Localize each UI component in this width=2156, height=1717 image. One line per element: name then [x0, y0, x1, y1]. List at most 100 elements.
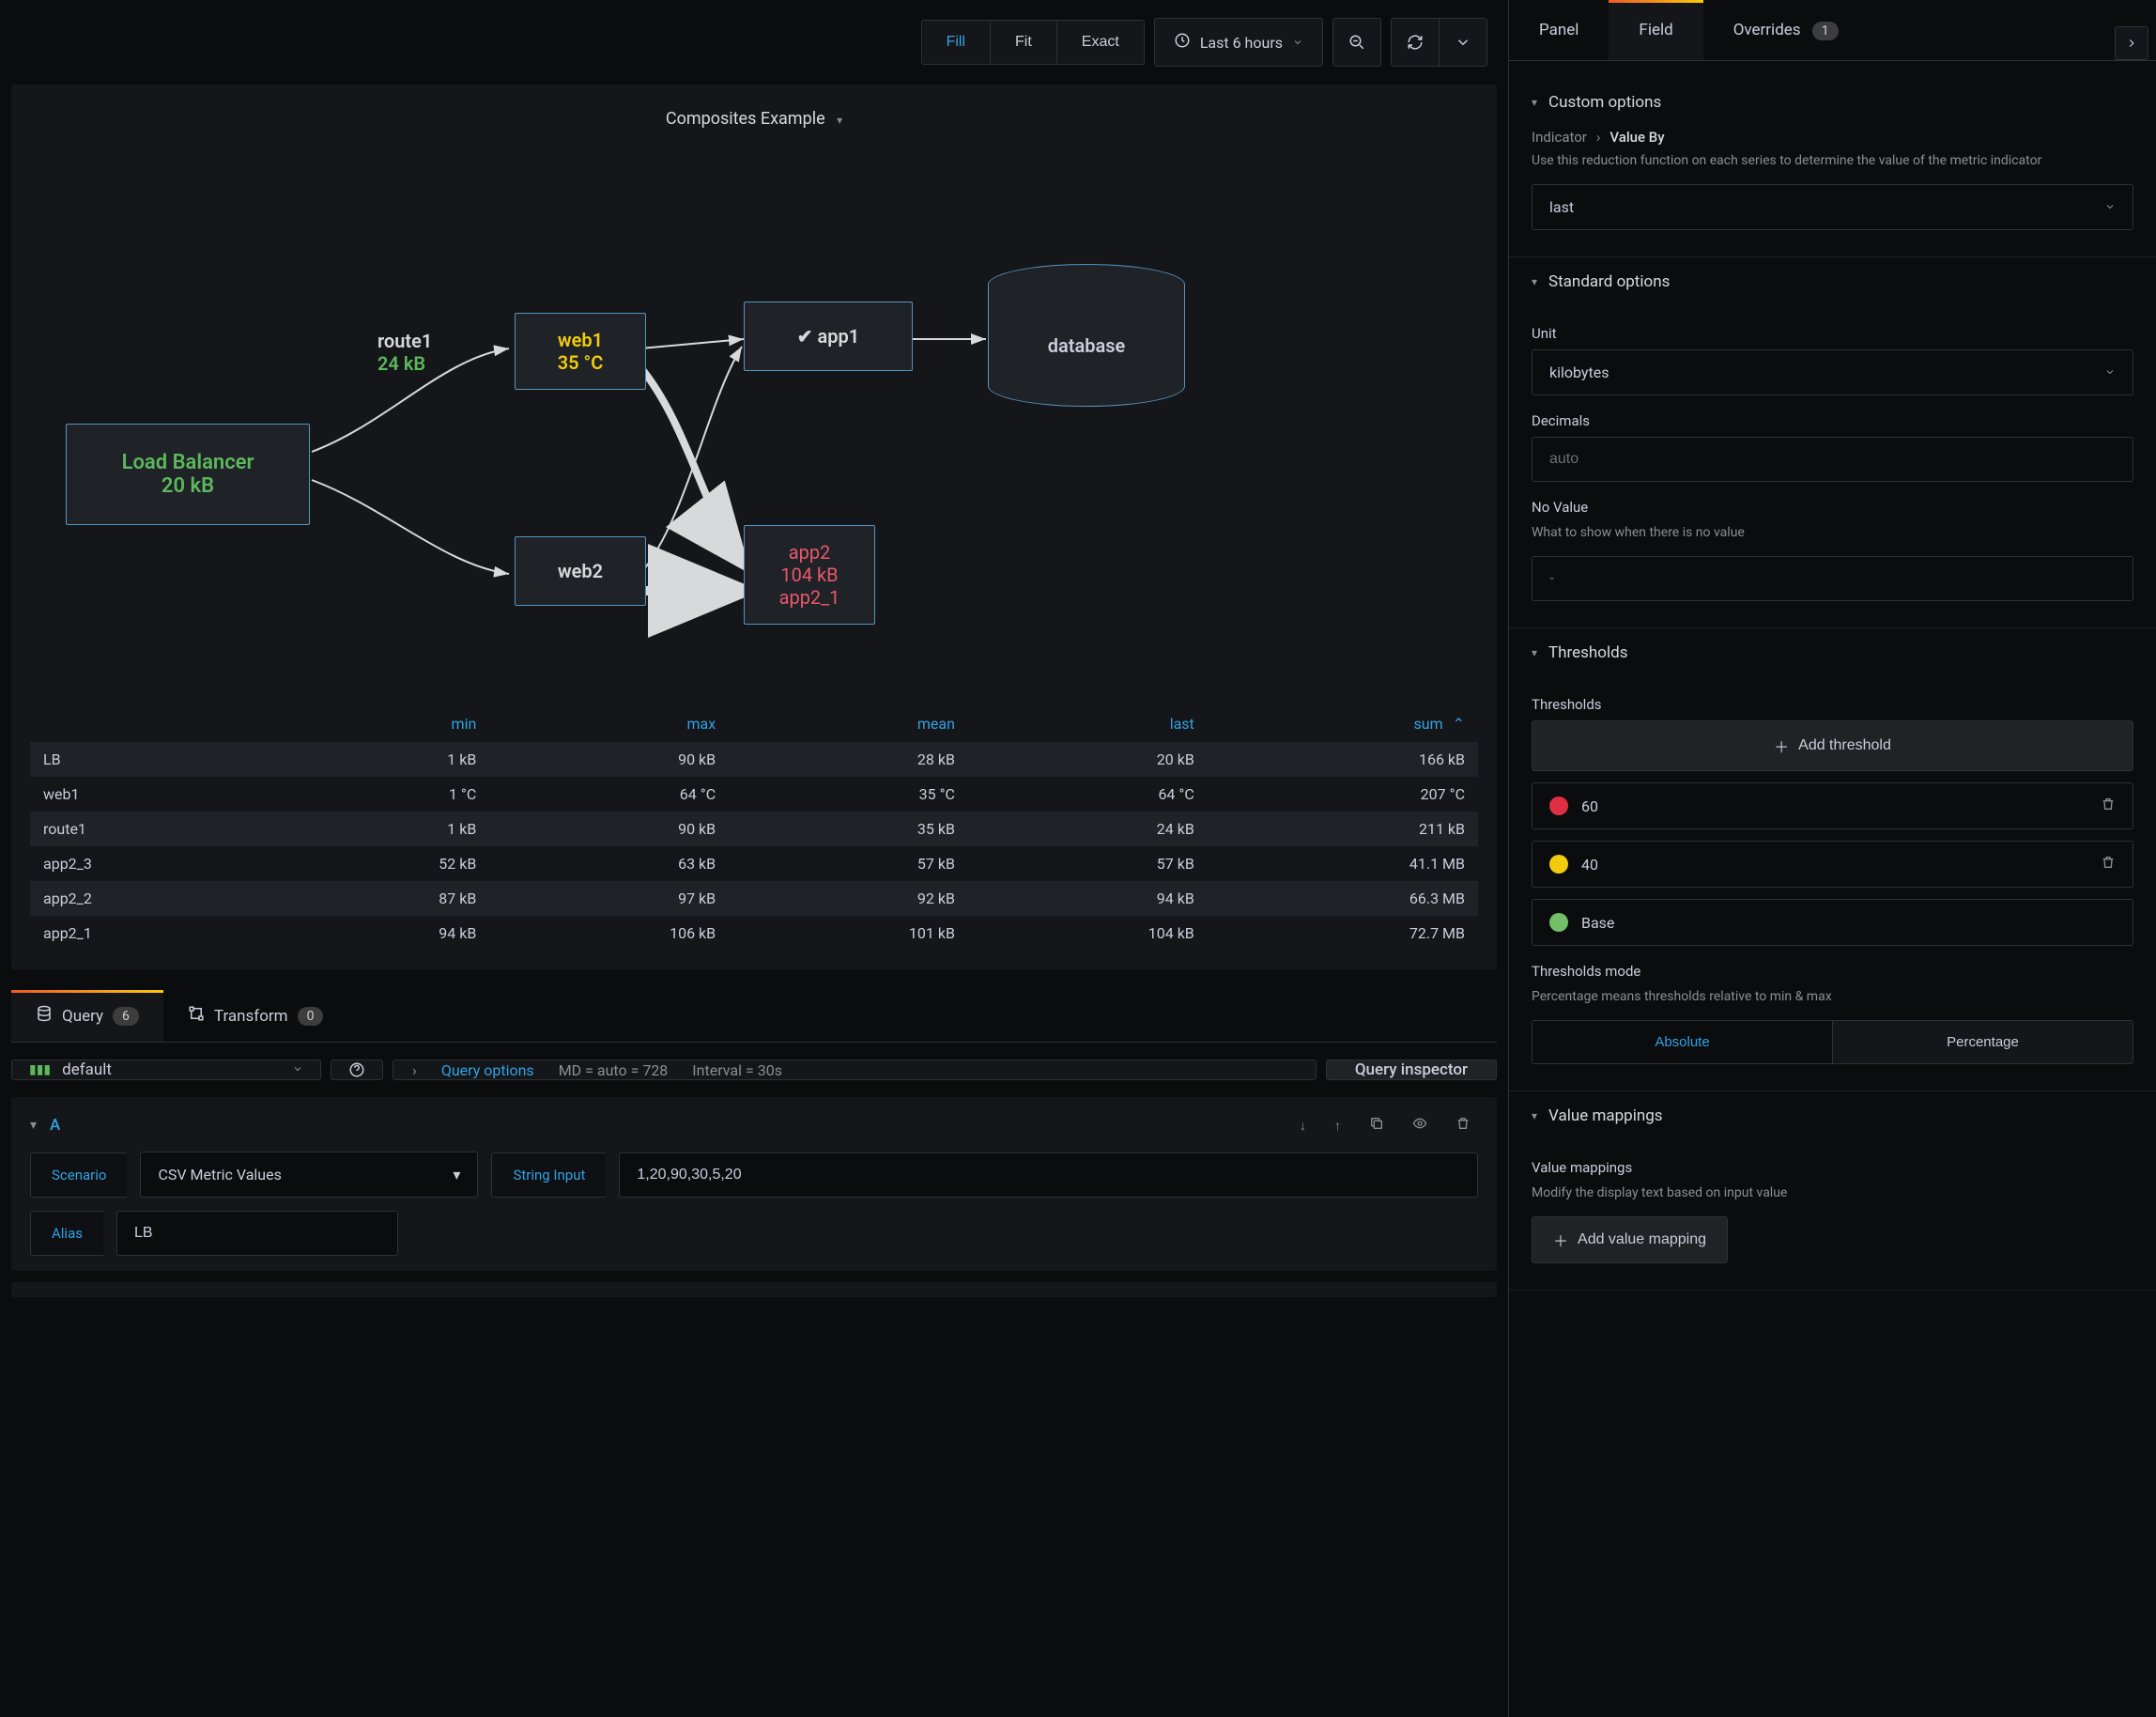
table-cell: 97 kB: [489, 881, 729, 916]
table-cell: app2_1: [30, 916, 278, 951]
threshold-value[interactable]: 40: [1581, 856, 2087, 874]
toggle-visibility-icon[interactable]: [1405, 1112, 1435, 1138]
section-toggle[interactable]: ▾ Value mappings: [1532, 1099, 2133, 1142]
table-cell: 72.7 MB: [1208, 916, 1478, 951]
table-header[interactable]: sum ⌃: [1208, 705, 1478, 742]
table-header[interactable]: min: [278, 705, 489, 742]
section-toggle[interactable]: ▾ Thresholds: [1532, 636, 2133, 679]
view-mode-group: Fill Fit Exact: [921, 20, 1145, 65]
table-row[interactable]: app2_287 kB97 kB92 kB94 kB66.3 MB: [30, 881, 1478, 916]
threshold-color-dot[interactable]: [1549, 855, 1568, 874]
alias-label: Alias: [30, 1211, 103, 1256]
trash-icon[interactable]: [2101, 797, 2116, 815]
scenario-select[interactable]: CSV Metric Values ▾: [140, 1152, 478, 1198]
stats-table: minmaxmeanlastsum ⌃ LB1 kB90 kB28 kB20 k…: [30, 705, 1478, 951]
query-options-bar[interactable]: › Query options MD = auto = 728 Interval…: [393, 1060, 1317, 1080]
table-cell: 90 kB: [489, 742, 729, 777]
threshold-value[interactable]: 60: [1581, 797, 2087, 815]
tab-overrides[interactable]: Overrides 1: [1703, 0, 1869, 60]
move-up-icon[interactable]: ↑: [1327, 1114, 1348, 1137]
novalue-label: No Value: [1532, 499, 2133, 516]
add-value-mapping-button[interactable]: ＋ Add value mapping: [1532, 1216, 1728, 1263]
clock-icon: [1174, 32, 1191, 53]
table-cell: 52 kB: [278, 846, 489, 881]
section-toggle[interactable]: ▾ Custom options: [1532, 85, 2133, 129]
add-threshold-button[interactable]: ＋ Add threshold: [1532, 720, 2133, 771]
table-cell: app2_2: [30, 881, 278, 916]
table-cell: 35 kB: [729, 812, 968, 846]
threshold-color-dot[interactable]: [1549, 797, 1568, 815]
mode-absolute-button[interactable]: Absolute: [1532, 1021, 1833, 1063]
trash-icon[interactable]: [2101, 855, 2116, 874]
zoom-out-button[interactable]: [1332, 18, 1381, 67]
table-row[interactable]: LB1 kB90 kB28 kB20 kB166 kB: [30, 742, 1478, 777]
tab-transform[interactable]: Transform 0: [163, 990, 348, 1042]
table-cell: 106 kB: [489, 916, 729, 951]
table-row[interactable]: route11 kB90 kB35 kB24 kB211 kB: [30, 812, 1478, 846]
decimals-input[interactable]: [1532, 437, 2133, 482]
query-count-badge: 6: [113, 1007, 139, 1026]
string-input-field[interactable]: [619, 1152, 1478, 1198]
tab-field[interactable]: Field: [1609, 0, 1702, 60]
alias-field[interactable]: [116, 1211, 398, 1256]
table-cell: web1: [30, 777, 278, 812]
node-web1[interactable]: web1 35 °C: [515, 313, 646, 390]
scroll-right-button[interactable]: [2115, 26, 2148, 60]
table-header[interactable]: last: [968, 705, 1208, 742]
node-load-balancer[interactable]: Load Balancer 20 kB: [66, 424, 310, 525]
datasource-help-button[interactable]: [331, 1060, 383, 1080]
sort-asc-icon: ⌃: [1449, 715, 1465, 733]
node-database[interactable]: database: [988, 264, 1185, 424]
table-cell: route1: [30, 812, 278, 846]
table-cell: 87 kB: [278, 881, 489, 916]
datasource-select[interactable]: ▮▮▮ default: [11, 1060, 321, 1080]
query-inspector-button[interactable]: Query inspector: [1326, 1060, 1497, 1080]
table-row[interactable]: app2_194 kB106 kB101 kB104 kB72.7 MB: [30, 916, 1478, 951]
chevron-down-icon: ▾: [1532, 275, 1537, 288]
exact-button[interactable]: Exact: [1057, 21, 1144, 64]
mode-percentage-button[interactable]: Percentage: [1833, 1021, 2133, 1063]
plus-icon: ＋: [1553, 1229, 1568, 1251]
refresh-button[interactable]: [1391, 18, 1440, 67]
chevron-down-icon[interactable]: ▾: [30, 1118, 37, 1133]
plus-icon: ＋: [1774, 735, 1789, 757]
fit-button[interactable]: Fit: [991, 21, 1057, 64]
time-range-picker[interactable]: Last 6 hours: [1154, 18, 1323, 67]
table-row[interactable]: web11 °C64 °C35 °C64 °C207 °C: [30, 777, 1478, 812]
table-header[interactable]: mean: [729, 705, 968, 742]
value-by-select[interactable]: last: [1532, 184, 2133, 230]
table-cell: 94 kB: [278, 916, 489, 951]
tab-query[interactable]: Query 6: [11, 990, 163, 1042]
delete-icon[interactable]: [1448, 1112, 1478, 1138]
section-toggle[interactable]: ▾ Standard options: [1532, 265, 2133, 308]
table-header[interactable]: max: [489, 705, 729, 742]
table-header[interactable]: [30, 705, 278, 742]
refresh-interval-button[interactable]: [1440, 18, 1487, 67]
threshold-row[interactable]: Base: [1532, 899, 2133, 946]
table-row[interactable]: app2_352 kB63 kB57 kB57 kB41.1 MB: [30, 846, 1478, 881]
unit-select[interactable]: kilobytes: [1532, 349, 2133, 395]
threshold-color-dot[interactable]: [1549, 913, 1568, 932]
panel-title[interactable]: Composites Example ▾: [30, 103, 1478, 142]
chevron-down-icon: [292, 1060, 303, 1079]
section-thresholds: ▾ Thresholds Thresholds ＋ Add threshold …: [1509, 628, 2156, 1091]
route-label: route1 24 kB: [377, 330, 432, 375]
tab-panel[interactable]: Panel: [1509, 0, 1609, 60]
novalue-input[interactable]: [1532, 556, 2133, 601]
query-letter[interactable]: A: [50, 1116, 60, 1135]
node-app2[interactable]: app2 104 kB app2_1: [744, 525, 875, 625]
duplicate-icon[interactable]: [1362, 1112, 1392, 1138]
query-row-collapsed[interactable]: [11, 1282, 1497, 1297]
node-app1[interactable]: ✔ app1: [744, 302, 913, 371]
table-cell: 166 kB: [1208, 742, 1478, 777]
threshold-row[interactable]: 60: [1532, 782, 2133, 829]
fill-button[interactable]: Fill: [922, 21, 991, 64]
chevron-down-icon: ▾: [1532, 96, 1537, 109]
table-cell: 64 °C: [489, 777, 729, 812]
threshold-value[interactable]: Base: [1581, 914, 2116, 932]
threshold-row[interactable]: 40: [1532, 841, 2133, 888]
move-down-icon[interactable]: ↓: [1292, 1114, 1314, 1137]
node-web2[interactable]: web2: [515, 536, 646, 606]
section-standard-options: ▾ Standard options Unit kilobytes Decima…: [1509, 257, 2156, 628]
table-cell: 92 kB: [729, 881, 968, 916]
